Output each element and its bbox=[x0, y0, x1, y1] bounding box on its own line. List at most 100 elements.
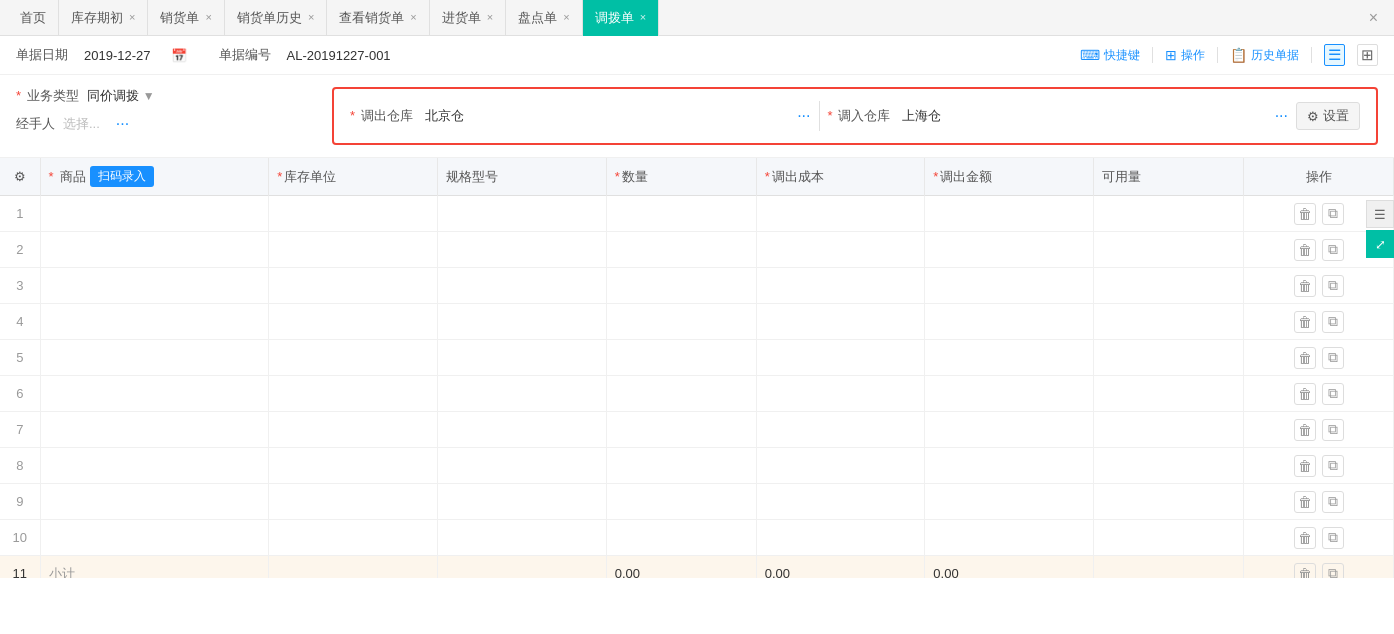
spec-cell-1[interactable] bbox=[438, 196, 607, 232]
copy-icon-5[interactable]: ⧉ bbox=[1322, 347, 1344, 369]
qty-cell-3[interactable] bbox=[606, 268, 756, 304]
copy-icon-1[interactable]: ⧉ bbox=[1322, 203, 1344, 225]
settings-button[interactable]: ⚙ 设置 bbox=[1296, 102, 1360, 130]
qty-cell-5[interactable] bbox=[606, 340, 756, 376]
out-warehouse-more-icon[interactable]: ··· bbox=[797, 107, 810, 125]
in-warehouse-more-icon[interactable]: ··· bbox=[1275, 107, 1288, 125]
shortcuts-btn[interactable]: ⌨ 快捷键 bbox=[1080, 47, 1140, 64]
copy-icon-7[interactable]: ⧉ bbox=[1322, 419, 1344, 441]
delete-icon-10[interactable]: 🗑 bbox=[1294, 527, 1316, 549]
person-input[interactable]: 选择... bbox=[63, 115, 100, 133]
cost-cell-1[interactable] bbox=[756, 196, 925, 232]
product-cell-10[interactable] bbox=[40, 520, 269, 556]
calendar-icon[interactable]: 📅 bbox=[171, 48, 187, 63]
cost-cell-10[interactable] bbox=[756, 520, 925, 556]
tab-view-sales[interactable]: 查看销货单 × bbox=[327, 0, 429, 36]
tab-purchase-close[interactable]: × bbox=[487, 12, 493, 23]
unit-cell-10[interactable] bbox=[269, 520, 438, 556]
person-more-icon[interactable]: ··· bbox=[116, 115, 129, 133]
copy-icon-10[interactable]: ⧉ bbox=[1322, 527, 1344, 549]
actions-btn[interactable]: ⊞ 操作 bbox=[1165, 47, 1205, 64]
tab-home[interactable]: 首页 bbox=[8, 0, 59, 36]
delete-icon-8[interactable]: 🗑 bbox=[1294, 455, 1316, 477]
spec-cell-5[interactable] bbox=[438, 340, 607, 376]
amount-cell-2[interactable] bbox=[925, 232, 1094, 268]
th-gear[interactable]: ⚙ bbox=[0, 158, 40, 196]
unit-cell-9[interactable] bbox=[269, 484, 438, 520]
biz-type-select[interactable]: 同价调拨 ▼ bbox=[87, 87, 155, 105]
tab-sales-history-close[interactable]: × bbox=[308, 12, 314, 23]
amount-cell-1[interactable] bbox=[925, 196, 1094, 232]
unit-cell-2[interactable] bbox=[269, 232, 438, 268]
cost-cell-4[interactable] bbox=[756, 304, 925, 340]
amount-cell-10[interactable] bbox=[925, 520, 1094, 556]
copy-icon-9[interactable]: ⧉ bbox=[1322, 491, 1344, 513]
tab-view-sales-close[interactable]: × bbox=[410, 12, 416, 23]
tab-sales-order-close[interactable]: × bbox=[205, 12, 211, 23]
cost-cell-9[interactable] bbox=[756, 484, 925, 520]
amount-cell-7[interactable] bbox=[925, 412, 1094, 448]
spec-cell-3[interactable] bbox=[438, 268, 607, 304]
delete-icon-6[interactable]: 🗑 bbox=[1294, 383, 1316, 405]
cost-cell-3[interactable] bbox=[756, 268, 925, 304]
history-btn[interactable]: 📋 历史单据 bbox=[1230, 47, 1299, 64]
product-cell-4[interactable] bbox=[40, 304, 269, 340]
delete-icon-7[interactable]: 🗑 bbox=[1294, 419, 1316, 441]
spec-cell-9[interactable] bbox=[438, 484, 607, 520]
unit-cell-7[interactable] bbox=[269, 412, 438, 448]
amount-cell-4[interactable] bbox=[925, 304, 1094, 340]
delete-icon-1[interactable]: 🗑 bbox=[1294, 203, 1316, 225]
cost-cell-6[interactable] bbox=[756, 376, 925, 412]
spec-cell-7[interactable] bbox=[438, 412, 607, 448]
spec-cell-6[interactable] bbox=[438, 376, 607, 412]
amount-cell-8[interactable] bbox=[925, 448, 1094, 484]
product-cell-6[interactable] bbox=[40, 376, 269, 412]
amount-cell-5[interactable] bbox=[925, 340, 1094, 376]
scan-button[interactable]: 扫码录入 bbox=[90, 166, 154, 187]
qty-cell-6[interactable] bbox=[606, 376, 756, 412]
product-cell-9[interactable] bbox=[40, 484, 269, 520]
delete-icon[interactable]: 🗑 bbox=[1294, 563, 1316, 579]
copy-icon-8[interactable]: ⧉ bbox=[1322, 455, 1344, 477]
tab-sales-history[interactable]: 销货单历史 × bbox=[225, 0, 327, 36]
delete-icon-4[interactable]: 🗑 bbox=[1294, 311, 1316, 333]
tab-inventory-init[interactable]: 库存期初 × bbox=[59, 0, 148, 36]
cost-cell-2[interactable] bbox=[756, 232, 925, 268]
copy-icon-2[interactable]: ⧉ bbox=[1322, 239, 1344, 261]
layout1-btn[interactable]: ☰ bbox=[1324, 44, 1345, 66]
layout2-btn[interactable]: ⊞ bbox=[1357, 44, 1378, 66]
qty-cell-4[interactable] bbox=[606, 304, 756, 340]
copy-icon-3[interactable]: ⧉ bbox=[1322, 275, 1344, 297]
unit-cell-1[interactable] bbox=[269, 196, 438, 232]
qty-cell-9[interactable] bbox=[606, 484, 756, 520]
delete-icon-5[interactable]: 🗑 bbox=[1294, 347, 1316, 369]
tab-bar-close-button[interactable]: × bbox=[1369, 9, 1378, 27]
cost-cell-7[interactable] bbox=[756, 412, 925, 448]
delete-icon-9[interactable]: 🗑 bbox=[1294, 491, 1316, 513]
tab-stocktake-close[interactable]: × bbox=[563, 12, 569, 23]
unit-cell-8[interactable] bbox=[269, 448, 438, 484]
copy-icon[interactable]: ⧉ bbox=[1322, 563, 1344, 579]
unit-cell-4[interactable] bbox=[269, 304, 438, 340]
tab-inventory-init-close[interactable]: × bbox=[129, 12, 135, 23]
tab-stocktake[interactable]: 盘点单 × bbox=[506, 0, 582, 36]
panel-expand-icon[interactable]: ⤢ bbox=[1366, 230, 1394, 258]
copy-icon-6[interactable]: ⧉ bbox=[1322, 383, 1344, 405]
delete-icon-2[interactable]: 🗑 bbox=[1294, 239, 1316, 261]
product-cell-5[interactable] bbox=[40, 340, 269, 376]
unit-cell-3[interactable] bbox=[269, 268, 438, 304]
qty-cell-2[interactable] bbox=[606, 232, 756, 268]
product-cell-8[interactable] bbox=[40, 448, 269, 484]
amount-cell-6[interactable] bbox=[925, 376, 1094, 412]
unit-cell-5[interactable] bbox=[269, 340, 438, 376]
amount-cell-9[interactable] bbox=[925, 484, 1094, 520]
copy-icon-4[interactable]: ⧉ bbox=[1322, 311, 1344, 333]
delete-icon-3[interactable]: 🗑 bbox=[1294, 275, 1316, 297]
table-wrapper[interactable]: ⚙ * 商品 扫码录入 *库存单位 规格型号 *数量 bbox=[0, 158, 1394, 578]
product-cell-7[interactable] bbox=[40, 412, 269, 448]
tab-transfer-close[interactable]: × bbox=[640, 12, 646, 23]
spec-cell-4[interactable] bbox=[438, 304, 607, 340]
product-cell-1[interactable] bbox=[40, 196, 269, 232]
spec-cell-2[interactable] bbox=[438, 232, 607, 268]
tab-purchase[interactable]: 进货单 × bbox=[430, 0, 506, 36]
